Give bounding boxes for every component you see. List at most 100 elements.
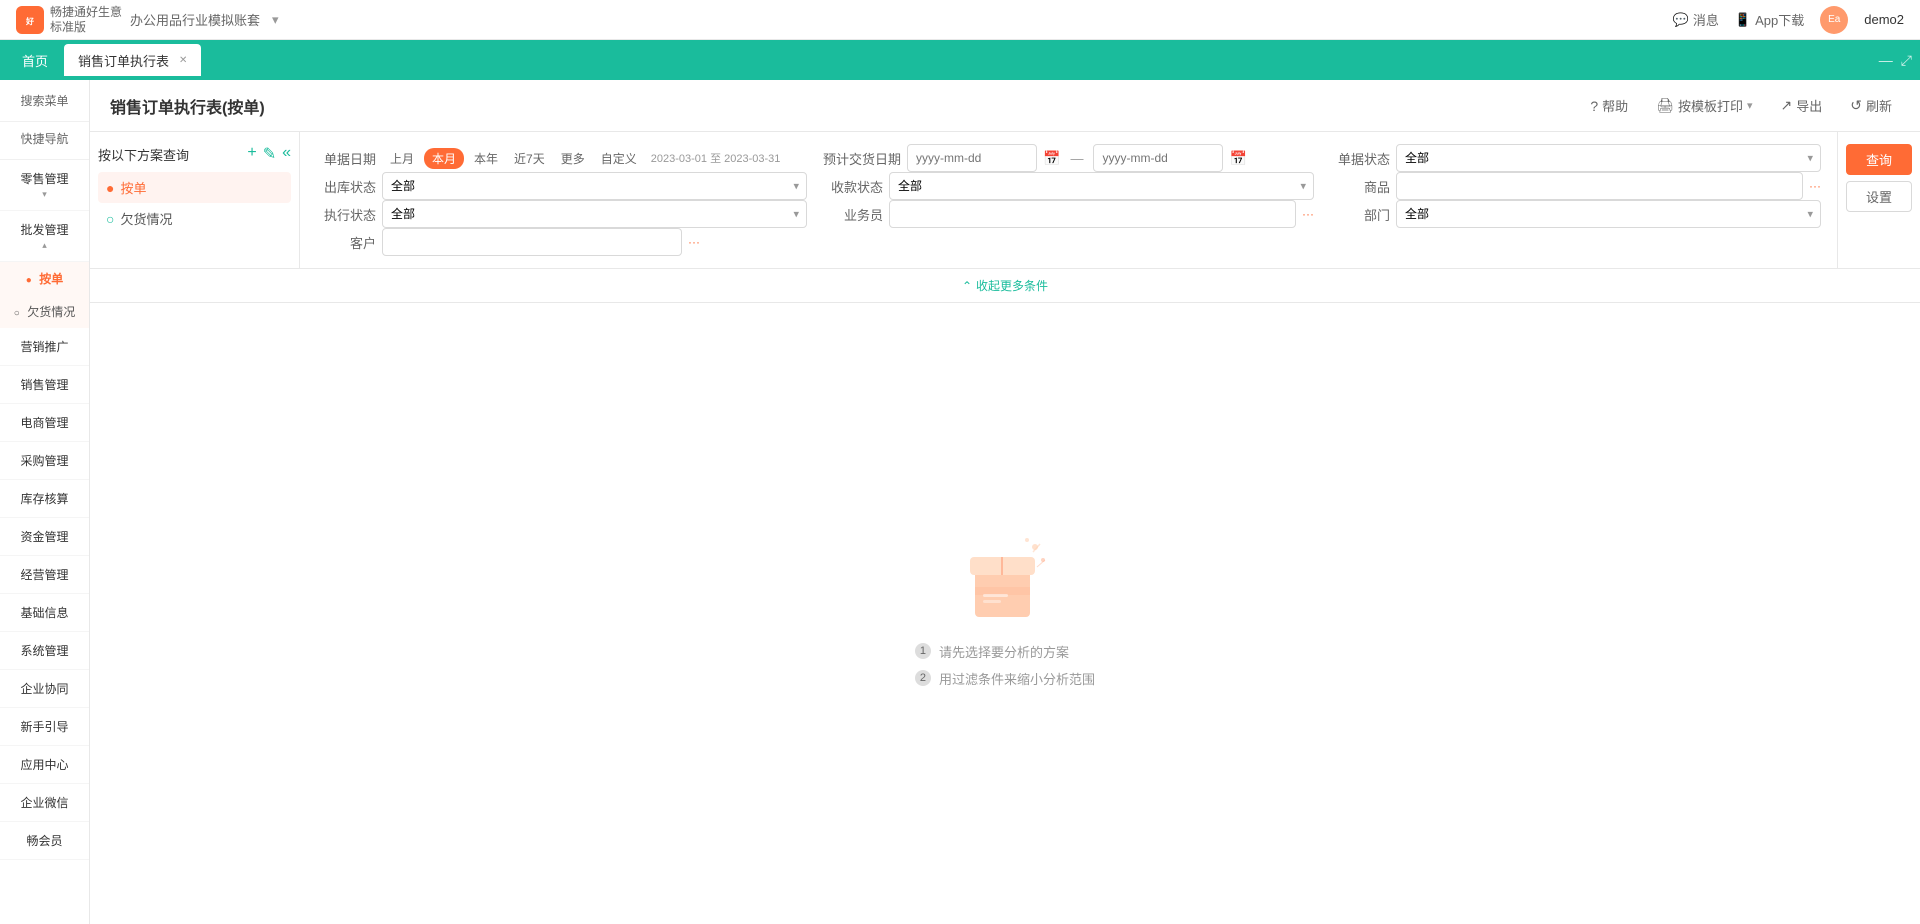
sidebar-item-purchase[interactable]: 采购管理 [0,442,89,480]
sidebar-item-enterprise[interactable]: 企业协同 [0,670,89,708]
logo-text: 畅捷通好生意 标准版 [50,5,122,34]
page-actions: ? 帮助 🖨 按模板打印 ▾ ↗ 导出 ↺ 刷新 [1582,92,1900,119]
collapse-arrow-icon: ⌃ [962,279,972,293]
search-menu-btn[interactable]: 搜索菜单 [8,88,81,113]
sidebar-item-app-center[interactable]: 应用中心 [0,746,89,784]
sidebar-item-marketing[interactable]: 营销推广 [0,328,89,366]
sidebar-item-system[interactable]: 系统管理 [0,632,89,670]
app-download-action[interactable]: 📱 App下载 [1735,10,1804,29]
message-icon: 💬 [1673,12,1689,28]
customer-more-icon[interactable]: ··· [688,235,700,249]
salesperson-input[interactable] [889,200,1296,228]
filter-actions: 查询 设置 [1837,132,1920,268]
calendar-to-icon[interactable]: 📅 [1229,150,1246,167]
product-input[interactable] [1396,172,1803,200]
filter-left-title: 按以下方案查询 [98,145,189,164]
nav-maximize-icon[interactable]: ⤢ [1901,52,1912,69]
tab-sales-order[interactable]: 销售订单执行表 ✕ [64,44,201,76]
sidebar-item-operations[interactable]: 经营管理 [0,556,89,594]
app-title[interactable]: 办公用品行业模拟账套 [130,10,260,29]
outbound-status-select[interactable]: 全部 未出库 部分出库 全部出库 [382,172,807,200]
sidebar-item-inventory[interactable]: 库存核算 [0,480,89,518]
date-tab-this-month[interactable]: 本月 [424,148,464,169]
sidebar-item-ecommerce[interactable]: 电商管理 [0,404,89,442]
wholesale-expand-icon: ▴ [42,240,47,251]
collapse-bar: ⌃ 收起更多条件 [90,269,1920,303]
department-select[interactable]: 全部 [1396,200,1821,228]
date-tab-this-year[interactable]: 本年 [468,148,504,169]
export-icon: ↗ [1781,97,1793,114]
collapse-btn[interactable]: ⌃ 收起更多条件 [962,277,1048,294]
sidebar-sub-arrears[interactable]: ○ 欠货情况 [0,295,89,328]
payment-status-select[interactable]: 全部 未收款 部分收款 全部收款 [889,172,1314,200]
sidebar-item-finance[interactable]: 资金管理 [0,518,89,556]
date-tab-custom[interactable]: 自定义 [595,148,643,169]
order-status-select[interactable]: 全部 待处理 执行中 已完成 已关闭 [1396,144,1821,172]
refresh-icon: ↺ [1850,97,1862,114]
help-btn[interactable]: ? 帮助 [1582,92,1636,119]
filter-edit-icon[interactable]: ✎ [263,144,276,164]
retail-expand-icon: ▾ [42,189,47,200]
quicknav-label[interactable]: 快捷导航 [0,126,89,151]
filter-nav-arrears[interactable]: ○ 欠货情况 [98,203,291,234]
sidebar-item-member[interactable]: 畅会员 [0,822,89,860]
sidebar-sub-order[interactable]: ● 按单 [0,262,89,295]
filter-nav-arrears-icon: ○ [106,211,114,227]
customer-input[interactable] [382,228,682,256]
help-icon: ? [1590,98,1598,114]
topbar-right: 💬 消息 📱 App下载 Ea demo2 [1673,6,1904,34]
sidebar-item-newbie[interactable]: 新手引导 [0,708,89,746]
delivery-date-to[interactable] [1093,144,1223,172]
filter-left-actions: + ✎ « [247,144,291,164]
label-salesperson: 业务员 [823,205,883,224]
delivery-date-from[interactable] [907,144,1037,172]
sidebar-item-basic[interactable]: 基础信息 [0,594,89,632]
page-header: 销售订单执行表(按单) ? 帮助 🖨 按模板打印 ▾ ↗ 导出 ↺ 刷新 [90,80,1920,132]
sidebar-item-retail[interactable]: 零售管理 ▾ [0,160,89,211]
date-tab-last-month[interactable]: 上月 [384,148,420,169]
svg-text:好: 好 [25,16,34,26]
message-action[interactable]: 💬 消息 [1673,10,1719,29]
empty-step-2: 2 [915,670,931,686]
app-title-arrow: ▾ [272,12,279,28]
label-order-status: 单据状态 [1330,149,1390,168]
topbar-left: 好 畅捷通好生意 标准版 办公用品行业模拟账套 ▾ [16,5,279,34]
print-arrow-icon: ▾ [1747,99,1753,112]
nav-minimize-icon[interactable]: — [1879,52,1893,69]
product-more-icon[interactable]: ··· [1809,179,1821,193]
empty-illustration [955,532,1055,622]
sidebar: 搜索菜单 快捷导航 零售管理 ▾ 批发管理 ▴ ● 按单 ○ 欠货情况 营销推广… [0,80,90,924]
user-avatar: Ea [1820,6,1848,34]
filter-row-2: 出库状态 全部 未出库 部分出库 全部出库 收款状态 [316,172,1821,200]
label-department: 部门 [1330,205,1390,224]
label-product: 商品 [1330,177,1390,196]
template-print-btn[interactable]: 🖨 按模板打印 ▾ [1648,92,1760,119]
salesperson-more-icon[interactable]: ··· [1302,207,1314,221]
exec-status-select[interactable]: 全部 未开始 执行中 已完成 [382,200,807,228]
order-date-tabs: 上月 本月 本年 近7天 更多 自定义 [384,148,643,169]
user-name[interactable]: demo2 [1864,12,1904,27]
empty-hint-2: 2 用过滤条件来缩小分析范围 [915,669,1095,688]
sidebar-search[interactable]: 搜索菜单 [0,80,89,122]
date-tab-7days[interactable]: 近7天 [508,148,551,169]
calendar-from-icon[interactable]: 📅 [1043,150,1060,167]
date-separator: — [1066,151,1087,166]
export-btn[interactable]: ↗ 导出 [1773,92,1831,119]
filter-nav-order[interactable]: ● 按单 [98,172,291,203]
sidebar-sub-wholesale: ● 按单 ○ 欠货情况 [0,262,89,328]
query-button[interactable]: 查询 [1846,144,1912,175]
page-title: 销售订单执行表(按单) [110,94,265,118]
sidebar-quicknav[interactable]: 快捷导航 [0,122,89,160]
tab-home[interactable]: 首页 [8,44,62,76]
refresh-btn[interactable]: ↺ 刷新 [1842,92,1900,119]
sidebar-item-sales[interactable]: 销售管理 [0,366,89,404]
setting-button[interactable]: 设置 [1846,181,1912,212]
filter-add-icon[interactable]: + [247,144,256,164]
filter-collapse-icon[interactable]: « [282,144,291,164]
label-exec-status: 执行状态 [316,205,376,224]
sidebar-item-corp-wechat[interactable]: 企业微信 [0,784,89,822]
date-tab-more[interactable]: 更多 [555,148,591,169]
empty-hint-1: 1 请先选择要分析的方案 [915,642,1095,661]
tab-close-icon[interactable]: ✕ [179,55,187,66]
sidebar-item-wholesale[interactable]: 批发管理 ▴ [0,211,89,262]
